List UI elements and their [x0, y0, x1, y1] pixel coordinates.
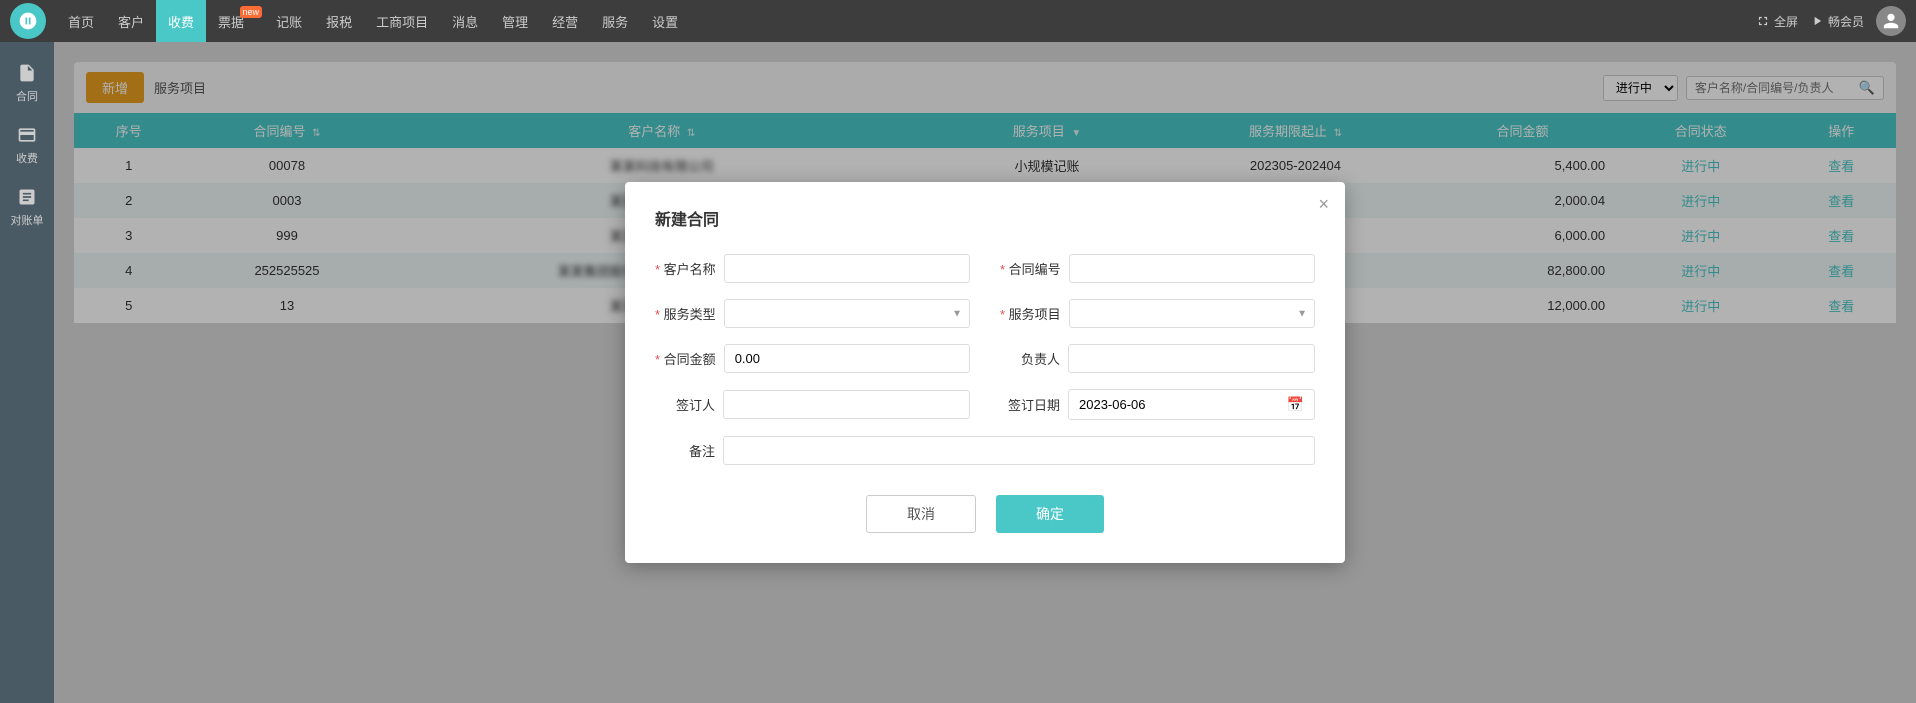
sign-date-wrapper: 📅 — [1068, 389, 1315, 420]
nav-item-service[interactable]: 服务 — [590, 0, 640, 42]
service-item-label: 服务项目 — [1000, 304, 1061, 323]
sidebar-item-fee[interactable]: 收费 — [0, 114, 54, 176]
service-item-select[interactable] — [1069, 299, 1315, 328]
top-nav: 首页 客户 收费 票据 new 记账 报税 工商项目 消息 管理 经营 服务 设… — [0, 0, 1916, 42]
nav-item-settings[interactable]: 设置 — [640, 0, 690, 42]
modal-title: 新建合同 — [655, 206, 1315, 230]
form-row-contract-no: 合同编号 — [1000, 254, 1315, 283]
nav-item-message[interactable]: 消息 — [440, 0, 490, 42]
modal-footer: 取消 确定 — [655, 495, 1315, 533]
nav-item-home[interactable]: 首页 — [56, 0, 106, 42]
customer-name-input[interactable] — [724, 254, 970, 283]
nav-item-fee[interactable]: 收费 — [156, 0, 206, 42]
contract-icon — [16, 62, 38, 84]
fee-icon — [16, 124, 38, 146]
user-avatar[interactable] — [1876, 6, 1906, 36]
sidebar-label-statement: 对账单 — [11, 212, 44, 228]
sign-date-label: 签订日期 — [1000, 395, 1060, 414]
sidebar-item-statement[interactable]: 对账单 — [0, 176, 54, 238]
member-button[interactable]: 畅会员 — [1810, 13, 1864, 30]
form-row-amount: 合同金额 — [655, 344, 970, 373]
modal-close-button[interactable]: × — [1318, 194, 1329, 215]
contract-no-input[interactable] — [1069, 254, 1315, 283]
new-contract-modal: 新建合同 × 客户名称 合同编号 服务类型 — [625, 182, 1345, 563]
nav-items: 首页 客户 收费 票据 new 记账 报税 工商项目 消息 管理 经营 服务 设… — [56, 0, 1756, 42]
contract-no-label: 合同编号 — [1000, 259, 1061, 278]
contract-amount-label: 合同金额 — [655, 349, 716, 368]
form-row-responsible: 负责人 — [1000, 344, 1315, 373]
modal-overlay: 新建合同 × 客户名称 合同编号 服务类型 — [54, 42, 1916, 703]
contract-amount-input[interactable] — [724, 344, 970, 373]
content-area: 新增 服务项目 进行中 已完成 全部 🔍 — [54, 42, 1916, 703]
nav-item-operation[interactable]: 经营 — [540, 0, 590, 42]
nav-right: 全屏 畅会员 — [1756, 6, 1906, 36]
nav-item-customer[interactable]: 客户 — [106, 0, 156, 42]
service-type-select[interactable] — [724, 299, 970, 328]
fullscreen-button[interactable]: 全屏 — [1756, 13, 1798, 30]
sidebar-label-fee: 收费 — [16, 150, 38, 166]
nav-item-manage[interactable]: 管理 — [490, 0, 540, 42]
sign-date-input[interactable] — [1079, 397, 1281, 412]
nav-item-tax[interactable]: 报税 — [314, 0, 364, 42]
service-type-label: 服务类型 — [655, 304, 716, 323]
service-type-wrapper: ▼ — [724, 299, 970, 328]
service-item-wrapper: ▼ — [1069, 299, 1315, 328]
form-row-signer: 签订人 — [655, 389, 970, 420]
notes-input[interactable] — [723, 436, 1315, 465]
sidebar-label-contract: 合同 — [16, 88, 38, 104]
statement-icon — [16, 186, 38, 208]
nav-item-business[interactable]: 工商项目 — [364, 0, 440, 42]
signer-input[interactable] — [723, 390, 970, 419]
responsible-input[interactable] — [1068, 344, 1315, 373]
form-row-notes: 备注 — [655, 436, 1315, 465]
sidebar-item-contract[interactable]: 合同 — [0, 52, 54, 114]
cancel-button[interactable]: 取消 — [866, 495, 976, 533]
form-row-service-type: 服务类型 ▼ — [655, 299, 970, 328]
form-row-customer: 客户名称 — [655, 254, 970, 283]
calendar-icon[interactable]: 📅 — [1287, 396, 1304, 413]
app-logo[interactable] — [10, 3, 46, 39]
new-badge: new — [240, 6, 263, 18]
sidebar: 合同 收费 对账单 — [0, 42, 54, 703]
main-layout: 合同 收费 对账单 新增 服务项目 进行中 已完成 — [0, 42, 1916, 703]
notes-label: 备注 — [655, 441, 715, 460]
nav-item-invoice[interactable]: 票据 new — [206, 0, 264, 42]
confirm-button[interactable]: 确定 — [996, 495, 1104, 533]
signer-label: 签订人 — [655, 395, 715, 414]
nav-item-bookkeeping[interactable]: 记账 — [264, 0, 314, 42]
customer-name-label: 客户名称 — [655, 259, 716, 278]
form-row-sign-date: 签订日期 📅 — [1000, 389, 1315, 420]
form-grid: 客户名称 合同编号 服务类型 ▼ — [655, 254, 1315, 465]
responsible-label: 负责人 — [1000, 349, 1060, 368]
form-row-service-item: 服务项目 ▼ — [1000, 299, 1315, 328]
